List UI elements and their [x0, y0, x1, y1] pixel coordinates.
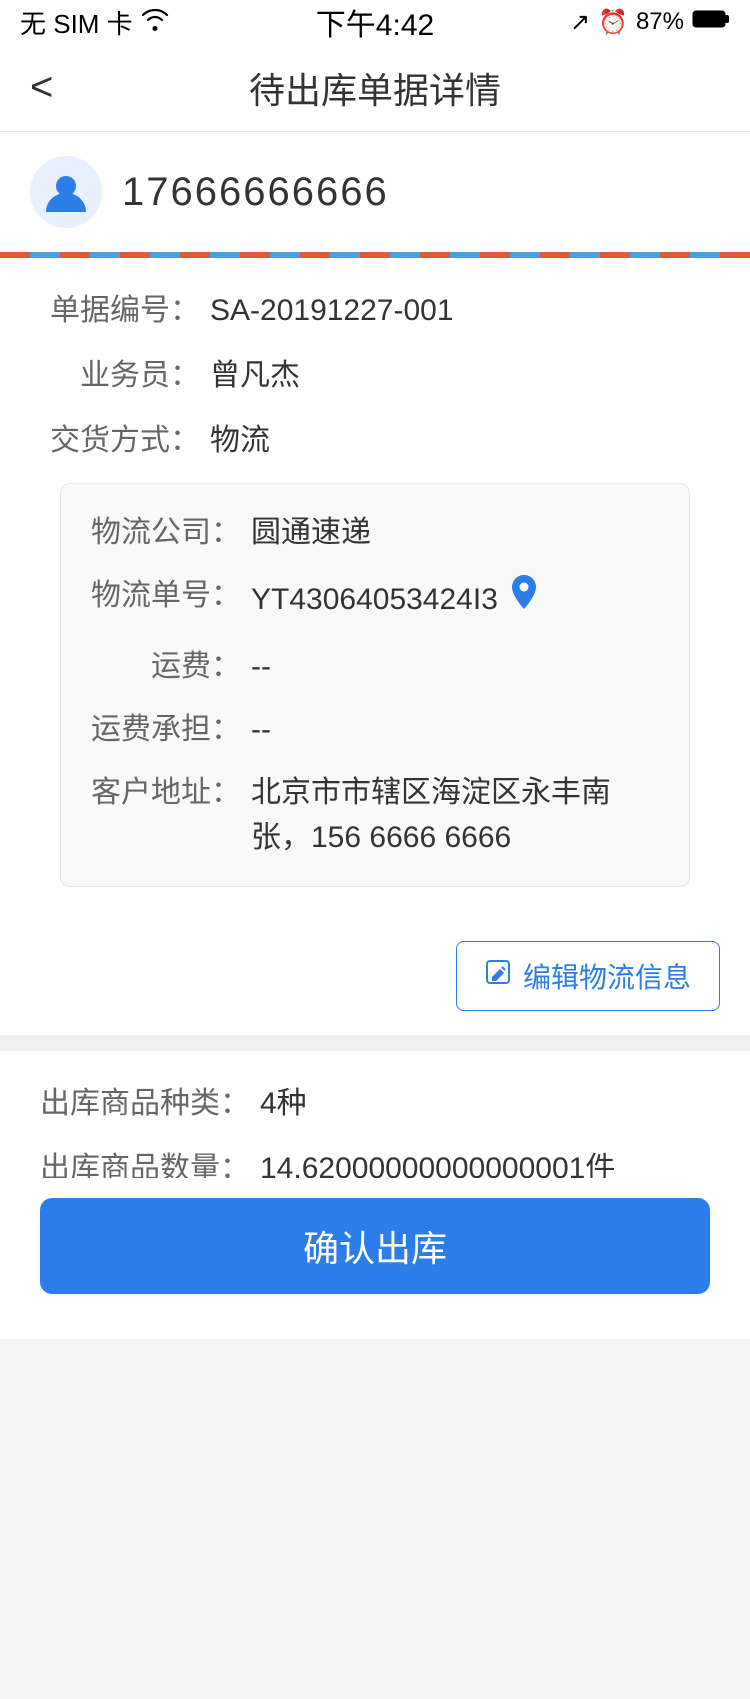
- freight-bearer-row: 运费承担： --: [81, 707, 669, 752]
- basic-info-section: 单据编号： SA-20191227-001 业务员： 曾凡杰 交货方式： 物流 …: [0, 258, 750, 917]
- customer-phone: 17666666666: [122, 170, 389, 215]
- nav-bar: < 待出库单据详情: [0, 44, 750, 132]
- edit-logistics-button[interactable]: 编辑物流信息: [456, 941, 720, 1011]
- avatar: [30, 156, 102, 228]
- section-divider: [0, 1035, 750, 1051]
- logistics-card: 物流公司： 圆通速递 物流单号： YT43064053424I3 运费：: [60, 483, 690, 887]
- status-bar: 无 SIM 卡 下午4:42 ↗ ⏰ 87%: [0, 0, 750, 44]
- address-row: 客户地址： 北京市市辖区海淀区永丰南 张，156 6666 6666: [81, 770, 669, 860]
- tracking-no-row: 物流单号： YT43064053424I3: [81, 573, 669, 626]
- customer-header: 17666666666: [0, 132, 750, 252]
- confirm-button[interactable]: 确认出库: [40, 1198, 710, 1294]
- salesman-label: 业务员：: [40, 353, 200, 398]
- goods-types-label: 出库商品种类：: [40, 1081, 250, 1126]
- tracking-no-value: YT43064053424I3: [241, 573, 669, 626]
- location-status-icon: ↗: [570, 8, 590, 37]
- freight-row: 运费： --: [81, 644, 669, 689]
- salesman-row: 业务员： 曾凡杰: [40, 353, 710, 398]
- battery-icon: [692, 8, 730, 36]
- page-title: 待出库单据详情: [249, 62, 501, 114]
- alarm-icon: ⏰: [598, 8, 628, 37]
- freight-value: --: [241, 644, 669, 689]
- delivery-method-label: 交货方式：: [40, 418, 200, 463]
- order-no-label: 单据编号：: [40, 288, 200, 333]
- order-no-value: SA-20191227-001: [200, 288, 710, 333]
- address-label: 客户地址：: [81, 770, 241, 815]
- background-spacer: [0, 1339, 750, 1539]
- order-no-row: 单据编号： SA-20191227-001: [40, 288, 710, 333]
- logistics-company-row: 物流公司： 圆通速递: [81, 510, 669, 555]
- status-bar-time: 下午4:42: [316, 0, 434, 44]
- freight-label: 运费：: [81, 644, 241, 689]
- goods-types-row: 出库商品种类： 4种: [40, 1081, 710, 1126]
- salesman-value: 曾凡杰: [200, 353, 710, 398]
- bottom-bar: 确认出库: [0, 1178, 750, 1334]
- edit-icon: [485, 959, 513, 994]
- freight-bearer-label: 运费承担：: [81, 707, 241, 752]
- status-bar-left: 无 SIM 卡: [20, 4, 169, 41]
- freight-bearer-value: --: [241, 707, 669, 752]
- address-value: 北京市市辖区海淀区永丰南 张，156 6666 6666: [241, 770, 669, 860]
- delivery-method-row: 交货方式： 物流: [40, 418, 710, 463]
- logistics-company-value: 圆通速递: [241, 510, 669, 555]
- tracking-location-icon[interactable]: [508, 573, 540, 626]
- edit-logistics-container: 编辑物流信息: [0, 917, 750, 1035]
- delivery-method-value: 物流: [200, 418, 710, 463]
- tracking-no-label: 物流单号：: [81, 573, 241, 618]
- back-button[interactable]: <: [30, 65, 53, 110]
- battery-label: 87%: [636, 8, 684, 36]
- carrier-label: 无 SIM 卡: [20, 4, 133, 41]
- logistics-company-label: 物流公司：: [81, 510, 241, 555]
- wifi-icon: [141, 7, 169, 38]
- goods-types-value: 4种: [250, 1081, 710, 1126]
- status-bar-right: ↗ ⏰ 87%: [570, 8, 730, 37]
